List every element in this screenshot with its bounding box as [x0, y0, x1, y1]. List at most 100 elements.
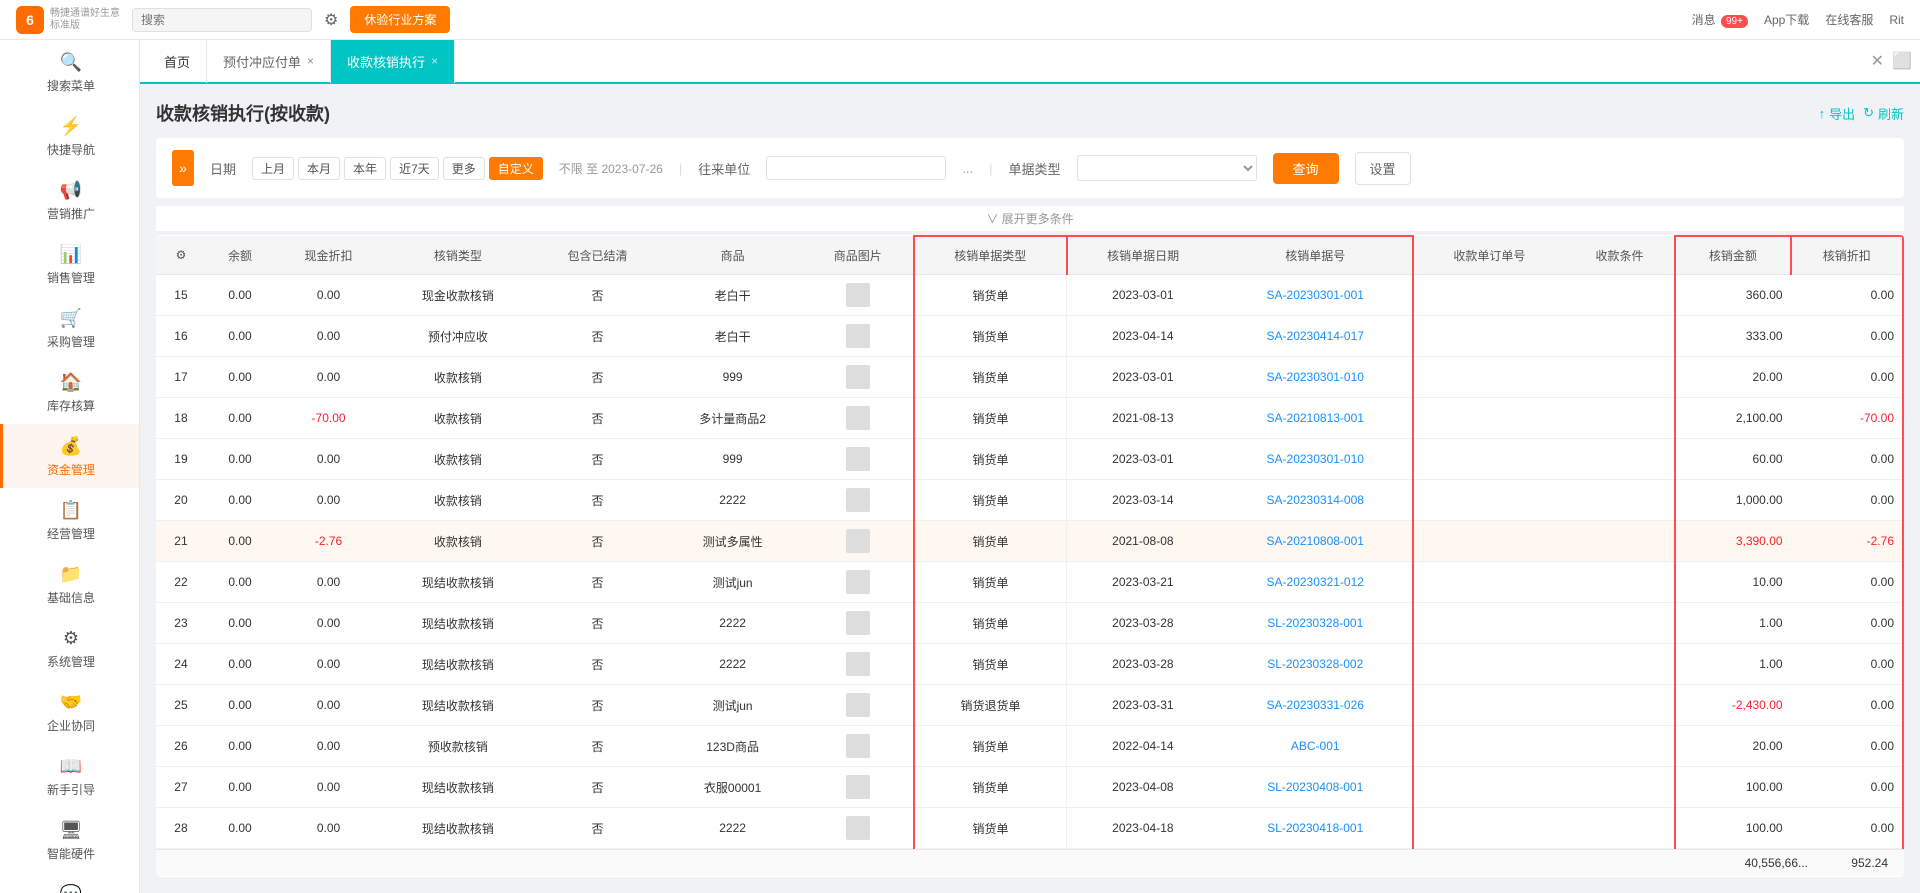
cell-goods-img [803, 726, 914, 767]
cell-cancel-amount: 2,100.00 [1675, 398, 1790, 439]
page-header: 收款核销执行(按收款) ↑ 导出 ↻ 刷新 [156, 100, 1904, 126]
sidebar-item-wechat[interactable]: 💬 企业微信 [0, 872, 139, 893]
cell-cancel-discount: 0.00 [1791, 562, 1903, 603]
cell-cancel-amount: 3,390.00 [1675, 521, 1790, 562]
cell-cancel-discount: -70.00 [1791, 398, 1903, 439]
sidebar-item-enterprise[interactable]: 🤝 企业协同 [0, 680, 139, 744]
tab-prepay[interactable]: 预付冲应付单 × [207, 40, 331, 83]
filter-expand-arrow[interactable]: » [172, 150, 194, 186]
top-bar-right: 消息 99+ App下载 在线客服 Rit [1692, 11, 1904, 28]
table-row: 18 0.00 -70.00 收款核销 否 多计量商品2 销货单 2021-08… [156, 398, 1903, 439]
close-window-button[interactable]: ✕ [1871, 51, 1884, 71]
cell-cash-discount: 0.00 [274, 357, 383, 398]
sidebar-item-marketing[interactable]: 📢 营销推广 [0, 168, 139, 232]
cell-bill-no: SA-20210813-001 [1218, 398, 1413, 439]
sidebar-item-search[interactable]: 🔍 搜索菜单 [0, 40, 139, 104]
logo: 6 畅捷通谱好生意 标准版 [16, 6, 120, 34]
col-gear[interactable]: ⚙ [156, 236, 206, 275]
cell-bill-no: SA-20230321-012 [1218, 562, 1413, 603]
content-area: 首页 预付冲应付单 × 收款核销执行 × ✕ ⬜ 收款核销执行(按收款) [140, 40, 1920, 893]
message-link[interactable]: 消息 99+ [1692, 11, 1748, 28]
date-btn-this-year[interactable]: 本年 [344, 157, 386, 180]
cell-goods-img [803, 644, 914, 685]
export-button[interactable]: ↑ 导出 [1819, 104, 1856, 123]
cell-include-settled: 否 [533, 562, 662, 603]
solution-button[interactable]: 休验行业方案 [350, 6, 450, 33]
cell-goods-img [803, 398, 914, 439]
cell-cash-discount: 0.00 [274, 726, 383, 767]
cell-no: 17 [156, 357, 206, 398]
sidebar-item-hardware[interactable]: 🖥 智能硬件 [0, 808, 139, 872]
sidebar-item-system[interactable]: ⚙ 系统管理 [0, 616, 139, 680]
cell-cancel-amount: 10.00 [1675, 562, 1790, 603]
sales-icon: 📊 [60, 244, 82, 265]
cell-cancel-type: 现结收款核销 [383, 767, 533, 808]
cell-goods: 2222 [662, 480, 803, 521]
sidebar-item-sales[interactable]: 📊 销售管理 [0, 232, 139, 296]
cell-bill-report-type: 销货退货单 [914, 685, 1067, 726]
sidebar-item-basic-info[interactable]: 📁 基础信息 [0, 552, 139, 616]
refresh-icon: ↻ [1863, 105, 1874, 121]
cell-cash-discount: 0.00 [274, 644, 383, 685]
cell-goods: 2222 [662, 644, 803, 685]
gear-icon[interactable]: ⚙ [324, 10, 338, 30]
cell-cancel-type: 预付冲应收 [383, 316, 533, 357]
cell-include-settled: 否 [533, 439, 662, 480]
date-btn-more[interactable]: 更多 [443, 157, 485, 180]
date-btn-custom[interactable]: 自定义 [489, 157, 543, 180]
cell-cancel-discount: 0.00 [1791, 275, 1903, 316]
table-row: 28 0.00 0.00 现结收款核销 否 2222 销货单 2023-04-1… [156, 808, 1903, 849]
table-container[interactable]: ⚙ 余额 现金折扣 核销类型 包含已结清 商品 商品图片 核销单据类型 核销单据… [156, 235, 1904, 877]
user-name: Rit [1889, 13, 1904, 27]
tab-receipt-cancel-close[interactable]: × [431, 54, 438, 68]
table-row: 24 0.00 0.00 现结收款核销 否 2222 销货单 2023-03-2… [156, 644, 1903, 685]
cell-cancel-type: 现结收款核销 [383, 685, 533, 726]
query-button[interactable]: 查询 [1273, 153, 1339, 184]
sidebar-item-operations[interactable]: 📋 经营管理 [0, 488, 139, 552]
cell-cancel-type: 收款核销 [383, 480, 533, 521]
date-btn-this-month[interactable]: 本月 [298, 157, 340, 180]
cell-bill-no: SL-20230328-001 [1218, 603, 1413, 644]
refresh-button[interactable]: ↻ 刷新 [1863, 104, 1904, 123]
cell-no: 21 [156, 521, 206, 562]
date-btn-last-month[interactable]: 上月 [252, 157, 294, 180]
logo-icon: 6 [16, 6, 44, 34]
cell-bill-report-type: 销货单 [914, 275, 1067, 316]
maximize-button[interactable]: ⬜ [1892, 51, 1912, 71]
export-icon: ↑ [1819, 106, 1826, 121]
cell-cancel-type: 现结收款核销 [383, 603, 533, 644]
sidebar-item-purchase[interactable]: 🛒 采购管理 [0, 296, 139, 360]
cell-receipt-condition [1565, 480, 1676, 521]
cell-bill-no: ABC-001 [1218, 726, 1413, 767]
app-download-link[interactable]: App下载 [1764, 11, 1809, 28]
cell-bill-report-type: 销货单 [914, 398, 1067, 439]
search-input[interactable] [132, 8, 312, 32]
cell-cancel-discount: 0.00 [1791, 808, 1903, 849]
sidebar-item-quick-nav[interactable]: ⚡ 快捷导航 [0, 104, 139, 168]
cell-cancel-discount: 0.00 [1791, 357, 1903, 398]
cell-bill-date: 2023-03-01 [1067, 357, 1219, 398]
tab-receipt-cancel[interactable]: 收款核销执行 × [331, 40, 455, 83]
cell-bill-report-type: 销货单 [914, 439, 1067, 480]
sidebar-item-inventory[interactable]: 🏠 库存核算 [0, 360, 139, 424]
cell-cancel-discount: 0.00 [1791, 480, 1903, 521]
hardware-icon: 🖥 [60, 820, 83, 841]
expand-more-button[interactable]: ∨ 展开更多条件 [986, 210, 1073, 227]
sidebar-item-guide[interactable]: 📖 新手引导 [0, 744, 139, 808]
cell-goods: 999 [662, 357, 803, 398]
tab-home[interactable]: 首页 [148, 40, 207, 83]
cell-include-settled: 否 [533, 521, 662, 562]
date-btn-7days[interactable]: 近7天 [390, 157, 439, 180]
date-buttons: 上月 本月 本年 近7天 更多 自定义 [252, 157, 543, 180]
sidebar-item-finance[interactable]: 💰 资金管理 [0, 424, 139, 488]
bill-type-select[interactable] [1077, 155, 1257, 181]
cell-bill-date: 2023-04-18 [1067, 808, 1219, 849]
tab-prepay-close[interactable]: × [307, 54, 314, 68]
from-unit-input[interactable] [766, 156, 946, 180]
cell-receipt-condition [1565, 808, 1676, 849]
settings-button[interactable]: 设置 [1355, 152, 1411, 185]
bill-type-label: 单据类型 [1008, 159, 1060, 178]
cell-bill-report-type: 销货单 [914, 808, 1067, 849]
table-row: 15 0.00 0.00 现金收款核销 否 老白干 销货单 2023-03-01… [156, 275, 1903, 316]
online-service-link[interactable]: 在线客服 [1825, 11, 1873, 28]
